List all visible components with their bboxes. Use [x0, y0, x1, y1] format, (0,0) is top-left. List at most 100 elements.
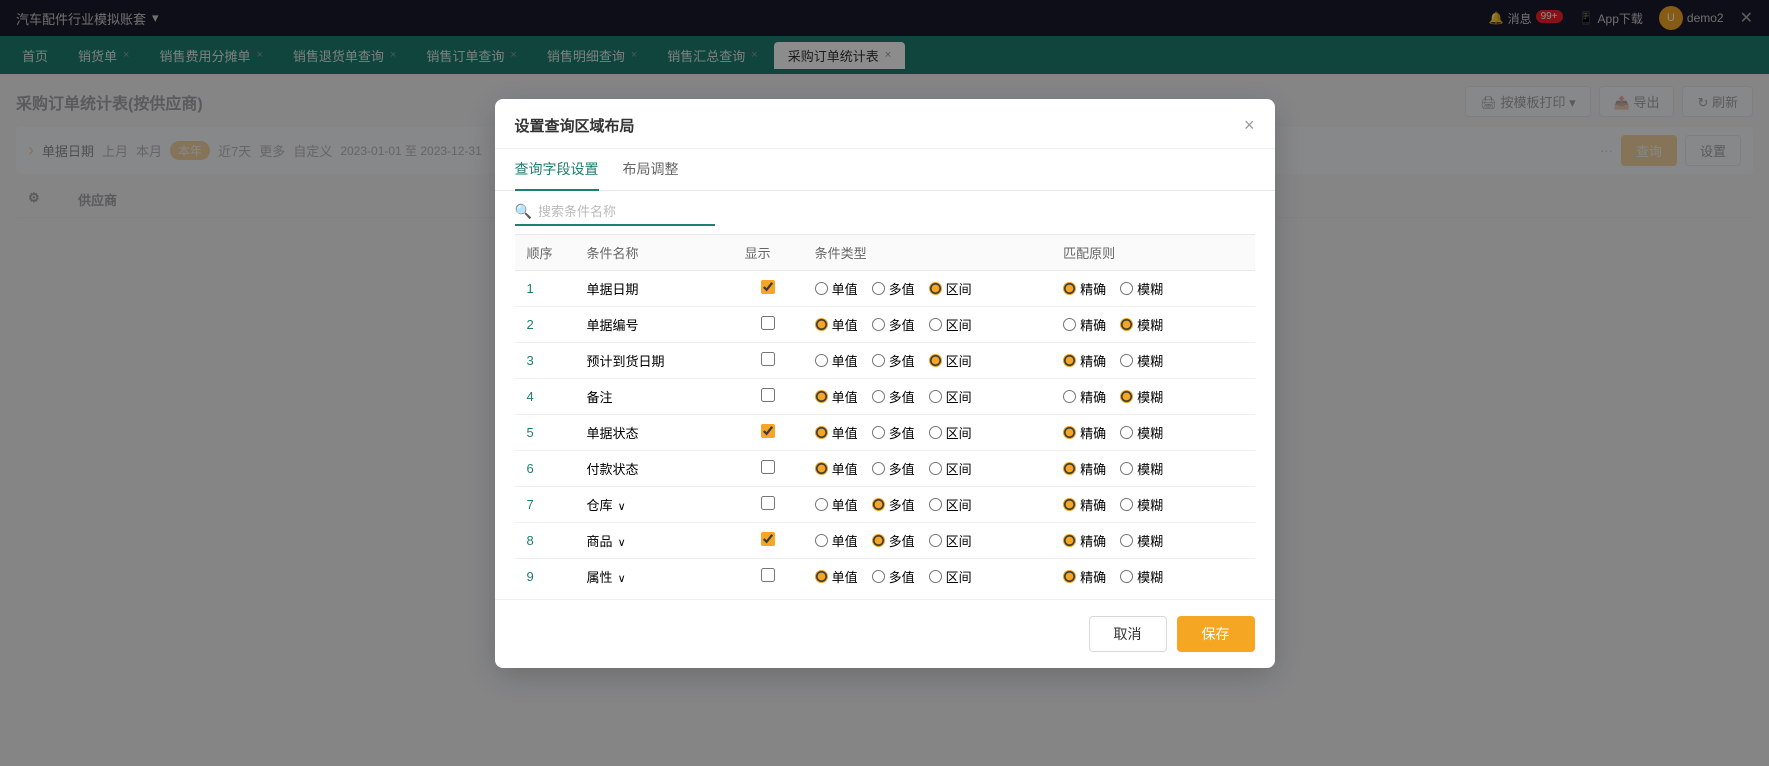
save-btn[interactable]: 保存: [1177, 616, 1255, 652]
radio-type-单值[interactable]: 单值: [815, 279, 858, 298]
radio-type-单值[interactable]: 单值: [815, 531, 858, 550]
radio-type-多值[interactable]: 多值: [872, 315, 915, 334]
radio-type-单值[interactable]: 单值: [815, 423, 858, 442]
radio-input-match-模糊[interactable]: [1120, 426, 1133, 439]
radio-input-type-区间[interactable]: [929, 570, 942, 583]
radio-input-type-多值[interactable]: [872, 462, 885, 475]
radio-type-多值[interactable]: 多值: [872, 279, 915, 298]
radio-type-多值[interactable]: 多值: [872, 351, 915, 370]
radio-input-match-模糊[interactable]: [1120, 354, 1133, 367]
radio-input-type-多值[interactable]: [872, 498, 885, 511]
radio-input-type-单值[interactable]: [815, 570, 828, 583]
radio-type-区间[interactable]: 区间: [929, 279, 972, 298]
radio-input-type-多值[interactable]: [872, 282, 885, 295]
radio-type-区间[interactable]: 区间: [929, 495, 972, 514]
radio-input-type-单值[interactable]: [815, 354, 828, 367]
radio-input-type-单值[interactable]: [815, 318, 828, 331]
radio-type-单值[interactable]: 单值: [815, 459, 858, 478]
radio-input-type-多值[interactable]: [872, 390, 885, 403]
radio-input-match-模糊[interactable]: [1120, 534, 1133, 547]
radio-input-type-单值[interactable]: [815, 462, 828, 475]
radio-input-match-精确[interactable]: [1063, 426, 1076, 439]
radio-match-模糊[interactable]: 模糊: [1120, 351, 1163, 370]
radio-input-type-单值[interactable]: [815, 282, 828, 295]
radio-input-match-模糊[interactable]: [1120, 282, 1133, 295]
radio-type-单值[interactable]: 单值: [815, 387, 858, 406]
radio-input-type-区间[interactable]: [929, 462, 942, 475]
radio-match-模糊[interactable]: 模糊: [1120, 531, 1163, 550]
display-checkbox[interactable]: [761, 424, 775, 438]
radio-match-精确[interactable]: 精确: [1063, 531, 1106, 550]
radio-match-精确[interactable]: 精确: [1063, 279, 1106, 298]
radio-match-模糊[interactable]: 模糊: [1120, 423, 1163, 442]
radio-type-多值[interactable]: 多值: [872, 531, 915, 550]
radio-input-match-精确[interactable]: [1063, 570, 1076, 583]
display-checkbox[interactable]: [761, 280, 775, 294]
radio-input-match-精确[interactable]: [1063, 282, 1076, 295]
radio-input-match-精确[interactable]: [1063, 318, 1076, 331]
radio-input-match-精确[interactable]: [1063, 534, 1076, 547]
radio-input-type-区间[interactable]: [929, 390, 942, 403]
radio-match-模糊[interactable]: 模糊: [1120, 495, 1163, 514]
display-checkbox[interactable]: [761, 532, 775, 546]
radio-type-多值[interactable]: 多值: [872, 567, 915, 586]
radio-input-type-区间[interactable]: [929, 498, 942, 511]
modal-tab-fields[interactable]: 查询字段设置: [515, 149, 599, 191]
cancel-btn[interactable]: 取消: [1089, 616, 1167, 652]
radio-type-多值[interactable]: 多值: [872, 387, 915, 406]
radio-type-区间[interactable]: 区间: [929, 387, 972, 406]
radio-type-区间[interactable]: 区间: [929, 423, 972, 442]
radio-input-type-单值[interactable]: [815, 534, 828, 547]
modal-tab-layout[interactable]: 布局调整: [623, 149, 679, 191]
radio-input-type-区间[interactable]: [929, 282, 942, 295]
radio-type-区间[interactable]: 区间: [929, 531, 972, 550]
expand-icon[interactable]: ∨: [615, 573, 626, 585]
radio-type-单值[interactable]: 单值: [815, 495, 858, 514]
radio-input-type-区间[interactable]: [929, 354, 942, 367]
radio-type-多值[interactable]: 多值: [872, 459, 915, 478]
radio-input-match-模糊[interactable]: [1120, 390, 1133, 403]
display-checkbox[interactable]: [761, 496, 775, 510]
radio-input-type-多值[interactable]: [872, 534, 885, 547]
radio-input-type-单值[interactable]: [815, 390, 828, 403]
radio-match-模糊[interactable]: 模糊: [1120, 459, 1163, 478]
radio-input-match-精确[interactable]: [1063, 354, 1076, 367]
radio-match-精确[interactable]: 精确: [1063, 495, 1106, 514]
radio-match-模糊[interactable]: 模糊: [1120, 387, 1163, 406]
radio-match-精确[interactable]: 精确: [1063, 315, 1106, 334]
display-checkbox[interactable]: [761, 352, 775, 366]
radio-input-match-模糊[interactable]: [1120, 570, 1133, 583]
radio-input-type-单值[interactable]: [815, 498, 828, 511]
modal-close-btn[interactable]: ×: [1244, 116, 1255, 134]
radio-input-match-精确[interactable]: [1063, 390, 1076, 403]
expand-icon[interactable]: ∨: [615, 501, 626, 513]
radio-type-区间[interactable]: 区间: [929, 315, 972, 334]
radio-type-单值[interactable]: 单值: [815, 351, 858, 370]
radio-input-match-模糊[interactable]: [1120, 462, 1133, 475]
radio-input-match-模糊[interactable]: [1120, 498, 1133, 511]
radio-input-match-精确[interactable]: [1063, 498, 1076, 511]
radio-match-模糊[interactable]: 模糊: [1120, 315, 1163, 334]
radio-type-多值[interactable]: 多值: [872, 495, 915, 514]
radio-match-精确[interactable]: 精确: [1063, 567, 1106, 586]
radio-type-区间[interactable]: 区间: [929, 351, 972, 370]
radio-input-type-多值[interactable]: [872, 426, 885, 439]
radio-input-type-单值[interactable]: [815, 426, 828, 439]
display-checkbox[interactable]: [761, 388, 775, 402]
radio-type-区间[interactable]: 区间: [929, 567, 972, 586]
radio-type-单值[interactable]: 单值: [815, 315, 858, 334]
radio-input-type-区间[interactable]: [929, 534, 942, 547]
radio-match-精确[interactable]: 精确: [1063, 423, 1106, 442]
radio-match-模糊[interactable]: 模糊: [1120, 567, 1163, 586]
display-checkbox[interactable]: [761, 316, 775, 330]
search-input[interactable]: [538, 204, 708, 219]
radio-type-多值[interactable]: 多值: [872, 423, 915, 442]
radio-type-单值[interactable]: 单值: [815, 567, 858, 586]
radio-match-精确[interactable]: 精确: [1063, 459, 1106, 478]
radio-match-模糊[interactable]: 模糊: [1120, 279, 1163, 298]
display-checkbox[interactable]: [761, 460, 775, 474]
radio-input-type-区间[interactable]: [929, 318, 942, 331]
radio-match-精确[interactable]: 精确: [1063, 351, 1106, 370]
radio-input-type-多值[interactable]: [872, 354, 885, 367]
radio-input-match-模糊[interactable]: [1120, 318, 1133, 331]
